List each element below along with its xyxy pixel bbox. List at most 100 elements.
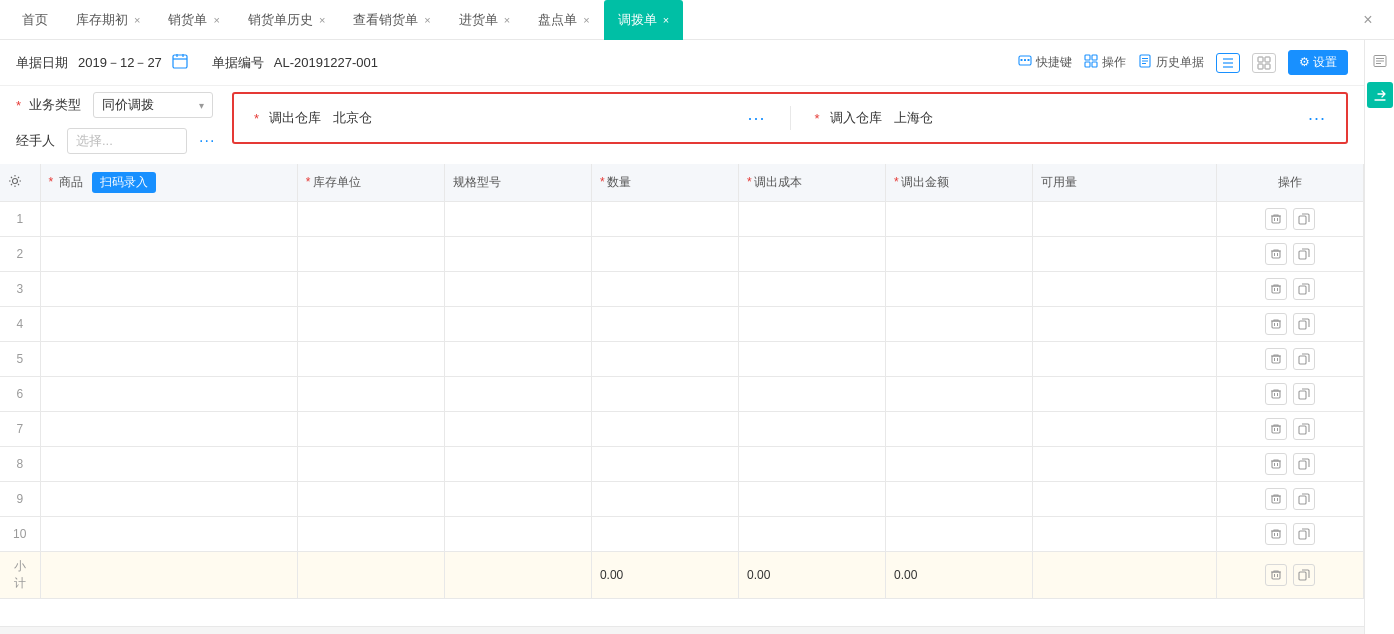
delete-row-icon[interactable] [1265, 564, 1287, 586]
tab-transfer[interactable]: 调拨单 × [604, 0, 683, 40]
cell-cost[interactable] [738, 412, 885, 447]
tab-inventory-init-close[interactable]: × [134, 14, 140, 26]
copy-row-icon[interactable] [1293, 418, 1315, 440]
cell-cost[interactable] [738, 447, 885, 482]
cell-quantity[interactable] [591, 447, 738, 482]
tab-sales-order[interactable]: 销货单 × [154, 0, 233, 40]
cell-quantity[interactable] [591, 272, 738, 307]
delete-row-icon[interactable] [1265, 208, 1287, 230]
delete-row-icon[interactable] [1265, 523, 1287, 545]
cell-amount[interactable] [886, 202, 1033, 237]
cell-product[interactable] [40, 377, 297, 412]
agent-more-btn[interactable]: ··· [199, 132, 215, 150]
cell-spec[interactable] [444, 377, 591, 412]
cell-unit[interactable] [297, 272, 444, 307]
copy-row-icon[interactable] [1293, 523, 1315, 545]
delete-row-icon[interactable] [1265, 243, 1287, 265]
cell-product[interactable] [40, 552, 297, 599]
tab-view-sales[interactable]: 查看销货单 × [339, 0, 444, 40]
cell-spec[interactable] [444, 447, 591, 482]
cell-product[interactable] [40, 517, 297, 552]
cell-spec[interactable] [444, 237, 591, 272]
cell-unit[interactable] [297, 237, 444, 272]
cell-spec[interactable] [444, 412, 591, 447]
cell-cost[interactable] [738, 377, 885, 412]
copy-row-icon[interactable] [1293, 453, 1315, 475]
cell-unit[interactable] [297, 202, 444, 237]
delete-row-icon[interactable] [1265, 313, 1287, 335]
cell-spec[interactable] [444, 552, 591, 599]
cell-product[interactable] [40, 447, 297, 482]
cell-product[interactable] [40, 412, 297, 447]
cell-spec[interactable] [444, 517, 591, 552]
cell-amount[interactable] [886, 307, 1033, 342]
calendar-icon[interactable] [172, 53, 188, 72]
tab-sales-history[interactable]: 销货单历史 × [234, 0, 339, 40]
tab-sales-order-close[interactable]: × [213, 14, 219, 26]
sidebar-list-icon[interactable] [1367, 48, 1393, 74]
cell-product[interactable] [40, 272, 297, 307]
cell-unit[interactable] [297, 552, 444, 599]
delete-row-icon[interactable] [1265, 418, 1287, 440]
cell-unit[interactable] [297, 377, 444, 412]
copy-row-icon[interactable] [1293, 488, 1315, 510]
delete-row-icon[interactable] [1265, 488, 1287, 510]
history-btn[interactable]: 历史单据 [1138, 54, 1204, 71]
copy-row-icon[interactable] [1293, 278, 1315, 300]
cell-product[interactable] [40, 202, 297, 237]
layout-list-btn[interactable] [1216, 53, 1240, 73]
cell-amount[interactable] [886, 342, 1033, 377]
scan-button[interactable]: 扫码录入 [92, 172, 156, 193]
layout-grid-btn[interactable] [1252, 53, 1276, 73]
cell-unit[interactable] [297, 517, 444, 552]
sidebar-export-icon[interactable] [1367, 82, 1393, 108]
tab-stocktake-close[interactable]: × [583, 14, 589, 26]
cell-quantity[interactable] [591, 412, 738, 447]
cell-quantity[interactable] [591, 377, 738, 412]
cell-unit[interactable] [297, 447, 444, 482]
copy-row-icon[interactable] [1293, 208, 1315, 230]
tab-sales-history-close[interactable]: × [319, 14, 325, 26]
warehouse-out-more[interactable]: ··· [747, 108, 765, 129]
cell-spec[interactable] [444, 342, 591, 377]
cell-product[interactable] [40, 307, 297, 342]
cell-amount[interactable] [886, 517, 1033, 552]
cell-amount[interactable] [886, 272, 1033, 307]
shortcut-btn[interactable]: 快捷键 [1018, 54, 1072, 71]
cell-quantity[interactable] [591, 517, 738, 552]
cell-spec[interactable] [444, 202, 591, 237]
copy-row-icon[interactable] [1293, 564, 1315, 586]
tab-home[interactable]: 首页 [8, 0, 62, 40]
cell-amount[interactable] [886, 412, 1033, 447]
copy-row-icon[interactable] [1293, 243, 1315, 265]
cell-amount[interactable] [886, 447, 1033, 482]
agent-select[interactable]: 选择... [67, 128, 187, 154]
cell-cost[interactable] [738, 202, 885, 237]
cell-amount[interactable] [886, 377, 1033, 412]
delete-row-icon[interactable] [1265, 453, 1287, 475]
cell-quantity[interactable] [591, 202, 738, 237]
cell-cost[interactable] [738, 482, 885, 517]
cell-cost[interactable] [738, 342, 885, 377]
cell-cost[interactable] [738, 307, 885, 342]
cell-spec[interactable] [444, 272, 591, 307]
cell-spec[interactable] [444, 482, 591, 517]
business-type-select[interactable]: 同价调拨 ▾ [93, 92, 213, 118]
tab-transfer-close[interactable]: × [663, 14, 669, 26]
cell-quantity[interactable]: 0.00 [591, 552, 738, 599]
tab-purchase-close[interactable]: × [504, 14, 510, 26]
tab-stocktake[interactable]: 盘点单 × [524, 0, 603, 40]
cell-product[interactable] [40, 342, 297, 377]
tab-view-sales-close[interactable]: × [424, 14, 430, 26]
cell-cost[interactable] [738, 272, 885, 307]
tab-inventory-init[interactable]: 库存期初 × [62, 0, 154, 40]
cell-unit[interactable] [297, 412, 444, 447]
warehouse-in-more[interactable]: ··· [1308, 108, 1326, 129]
cell-quantity[interactable] [591, 237, 738, 272]
cell-unit[interactable] [297, 342, 444, 377]
settings-button[interactable]: ⚙ 设置 [1288, 50, 1348, 75]
cell-unit[interactable] [297, 482, 444, 517]
cell-cost[interactable] [738, 517, 885, 552]
horizontal-scrollbar[interactable] [0, 626, 1364, 634]
cell-quantity[interactable] [591, 342, 738, 377]
